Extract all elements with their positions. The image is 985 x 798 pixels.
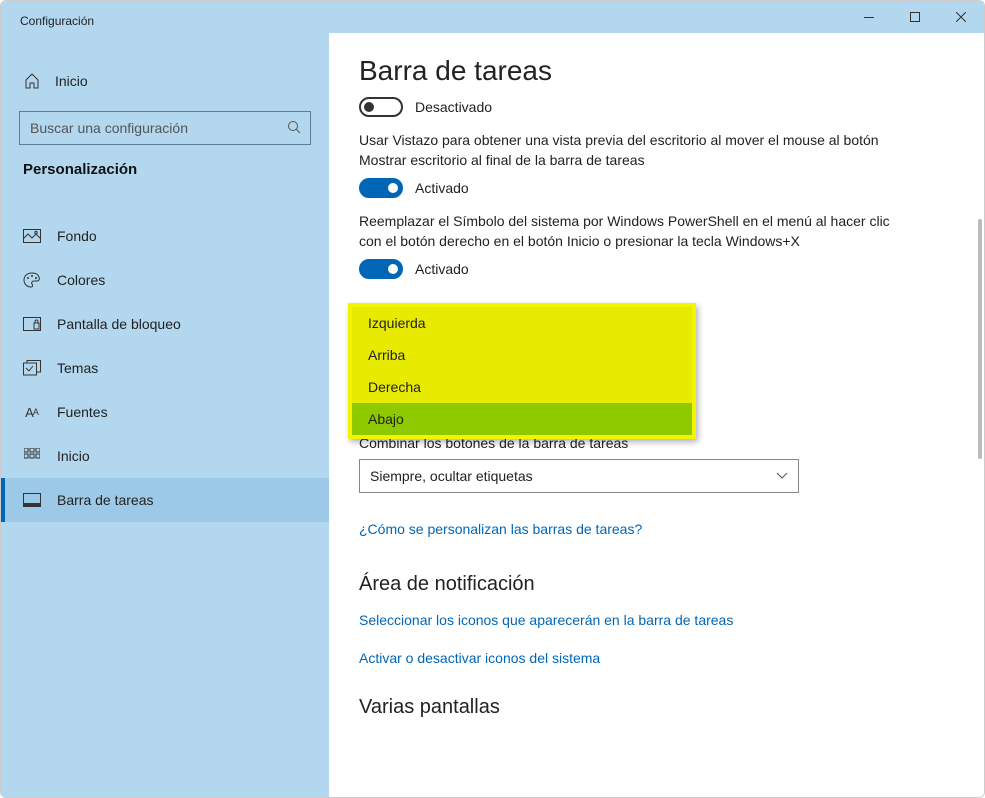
titlebar <box>1 1 984 33</box>
combine-select[interactable]: Siempre, ocultar etiquetas <box>359 459 799 493</box>
link-system-icons[interactable]: Activar o desactivar iconos del sistema <box>359 650 954 666</box>
themes-icon <box>23 360 41 376</box>
sidebar-item-label: Colores <box>57 272 105 288</box>
toggle-label: Activado <box>415 180 469 196</box>
window-title: Configuración <box>20 14 94 28</box>
scrollbar[interactable] <box>978 219 982 459</box>
search-wrap <box>19 111 311 145</box>
toggle-powershell[interactable] <box>359 259 403 279</box>
sidebar-item-bloqueo[interactable]: Pantalla de bloqueo <box>1 302 329 346</box>
sidebar-item-barra[interactable]: Barra de tareas <box>1 478 329 522</box>
sidebar-item-label: Fuentes <box>57 404 108 420</box>
sidebar-item-label: Fondo <box>57 228 97 244</box>
sidebar-item-fondo[interactable]: Fondo <box>1 214 329 258</box>
palette-icon <box>23 272 41 288</box>
toggle-row-1: Desactivado <box>359 97 954 117</box>
nav-list: Fondo Colores Pantalla de bloqueo Temas … <box>1 214 329 522</box>
dropdown-option-abajo[interactable]: Abajo <box>352 403 692 435</box>
chevron-down-icon <box>776 472 788 480</box>
section-multi: Varias pantallas <box>359 696 954 719</box>
taskbar-icon <box>23 492 41 508</box>
picture-icon <box>23 228 41 244</box>
close-button[interactable] <box>938 1 984 33</box>
home-label: Inicio <box>55 73 88 89</box>
window-controls <box>846 1 984 33</box>
search-icon <box>287 120 301 134</box>
sidebar-item-fuentes[interactable]: AA Fuentes <box>1 390 329 434</box>
select-value: Siempre, ocultar etiquetas <box>370 468 533 484</box>
sidebar-item-inicio[interactable]: Inicio <box>1 434 329 478</box>
setting-desc-vistazo: Usar Vistazo para obtener una vista prev… <box>359 131 899 170</box>
search-input[interactable] <box>19 111 311 145</box>
dropdown-option-izquierda[interactable]: Izquierda <box>352 307 692 339</box>
start-icon <box>23 448 41 464</box>
maximize-button[interactable] <box>892 1 938 33</box>
dropdown-option-derecha[interactable]: Derecha <box>352 371 692 403</box>
minimize-button[interactable] <box>846 1 892 33</box>
sidebar-item-label: Temas <box>57 360 98 376</box>
dropdown-option-arriba[interactable]: Arriba <box>352 339 692 371</box>
page-title: Barra de tareas <box>359 55 954 87</box>
position-dropdown: Izquierda Arriba Derecha Abajo <box>348 303 696 439</box>
sidebar-item-colores[interactable]: Colores <box>1 258 329 302</box>
link-select-icons[interactable]: Seleccionar los iconos que aparecerán en… <box>359 612 954 628</box>
home-link[interactable]: Inicio <box>1 63 329 99</box>
sidebar-item-label: Inicio <box>57 448 90 464</box>
home-icon <box>23 73 41 89</box>
toggle-row-3: Activado <box>359 259 954 279</box>
category-heading: Personalización <box>1 161 329 196</box>
sidebar-item-label: Barra de tareas <box>57 492 154 508</box>
fonts-icon: AA <box>23 404 41 420</box>
toggle-row-2: Activado <box>359 178 954 198</box>
lockscreen-icon <box>23 316 41 332</box>
help-link[interactable]: ¿Cómo se personalizan las barras de tare… <box>359 521 954 537</box>
sidebar: Inicio Personalización Fondo Colores <box>1 33 329 797</box>
sidebar-item-temas[interactable]: Temas <box>1 346 329 390</box>
section-notification: Área de notificación <box>359 573 954 596</box>
toggle-label: Activado <box>415 261 469 277</box>
toggle-desactivado[interactable] <box>359 97 403 117</box>
setting-desc-powershell: Reemplazar el Símbolo del sistema por Wi… <box>359 212 899 251</box>
toggle-vistazo[interactable] <box>359 178 403 198</box>
sidebar-item-label: Pantalla de bloqueo <box>57 316 181 332</box>
toggle-label: Desactivado <box>415 99 492 115</box>
